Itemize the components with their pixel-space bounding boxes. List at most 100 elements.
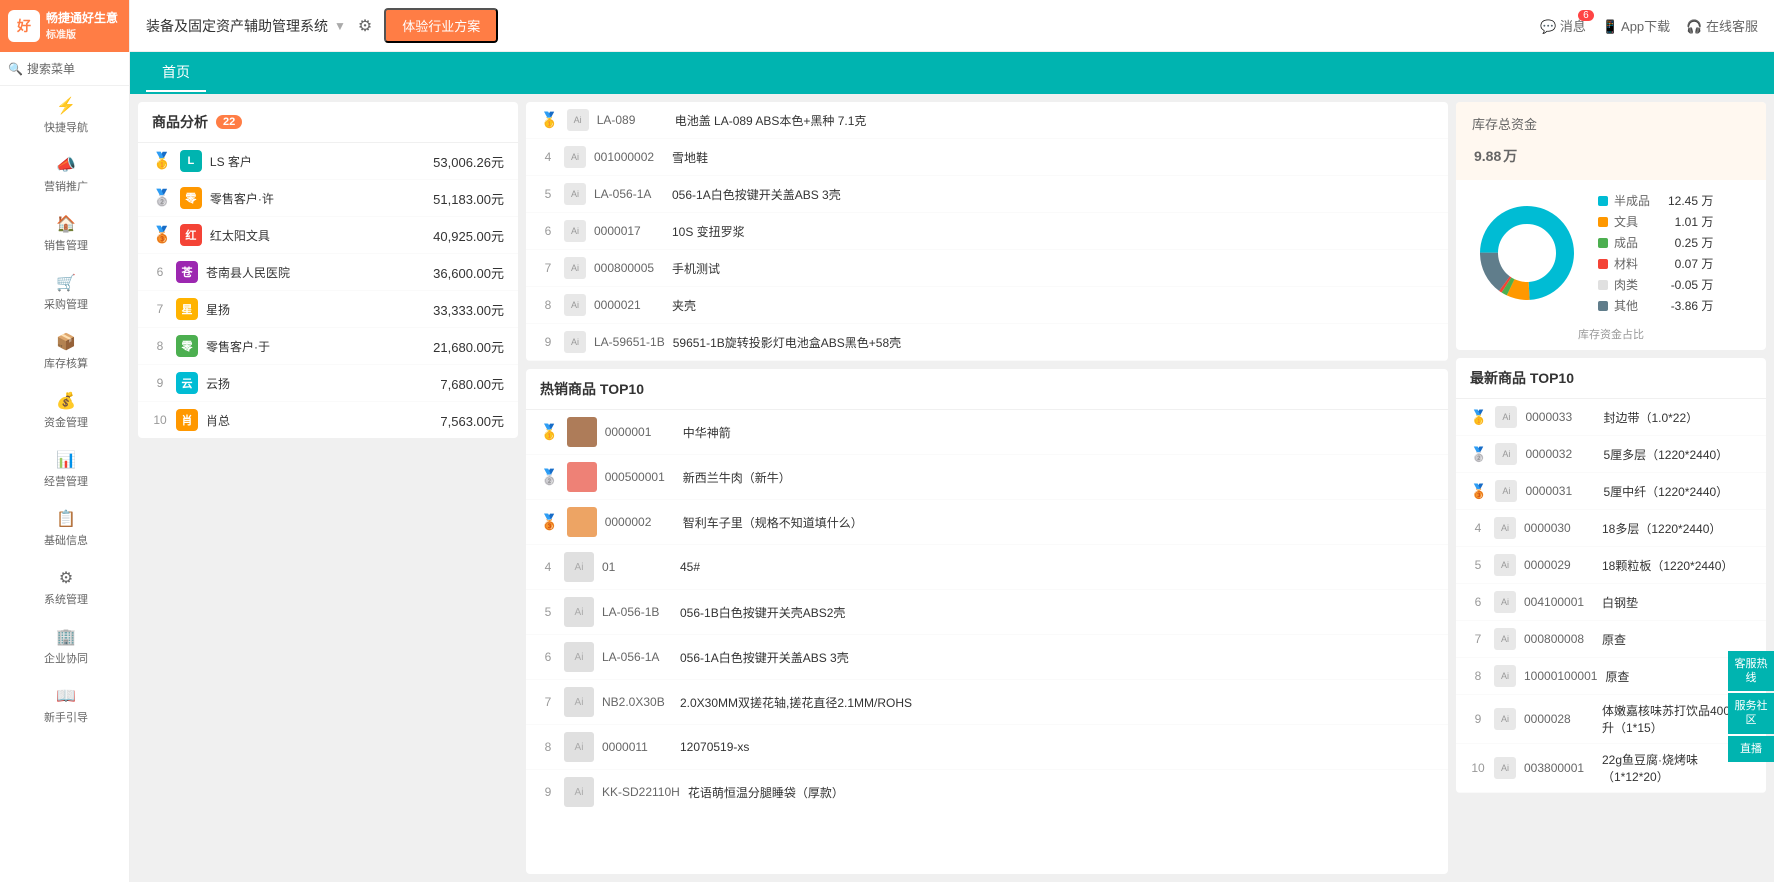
inventory-icon: 📦 [56, 332, 76, 352]
product-icon: Ai [1494, 708, 1516, 730]
search-menu[interactable]: 🔍 搜索菜单 [0, 52, 129, 86]
hot-product-item: 🥇 0000001 中华神箭 [526, 410, 1448, 455]
medal-icon: 🥉 [540, 513, 559, 531]
right-panel-col: 库存总资金 9.88万 [1456, 102, 1766, 874]
top-product-item: 8 Ai 0000021 夹壳 [526, 287, 1448, 324]
product-code: 000800008 [1524, 632, 1594, 646]
message-count: 6 [1578, 10, 1594, 21]
new-product-item: 6 Ai 004100001 白钢垫 [1456, 584, 1766, 621]
tab-home[interactable]: 首页 [146, 54, 206, 92]
customer-list-item: 10 肖 肖总 7,563.00元 [138, 402, 518, 438]
product-code: 000500001 [605, 470, 675, 484]
product-name: 5厘中纤（1220*2440） [1603, 483, 1752, 500]
finance-label: 资金管理 [44, 414, 88, 430]
cs-hotline-btn[interactable]: 客服热线 [1728, 651, 1774, 692]
product-thumbnail [567, 462, 597, 492]
legend-item: 材料 0.07 万 [1598, 255, 1713, 272]
sales-icon: 🏠 [56, 214, 76, 234]
enterprise-icon: 🏢 [56, 627, 76, 647]
trial-button[interactable]: 体验行业方案 [384, 8, 498, 43]
product-code: 0000011 [602, 740, 672, 754]
top-product-item: 5 Ai LA-056-1A 056-1A白色按键开关盖ABS 3壳 [526, 176, 1448, 213]
product-icon: Ai [564, 183, 586, 205]
product-code: 0000033 [1525, 410, 1595, 424]
message-badge[interactable]: 💬 消息 6 [1540, 16, 1586, 35]
legend-value: -3.86 万 [1663, 297, 1714, 314]
legend-item: 文具 1.01 万 [1598, 213, 1713, 230]
system-icon: ⚙ [59, 568, 73, 588]
hot-products-header: 热销商品 TOP10 [526, 369, 1448, 410]
sidebar-item-quick-nav[interactable]: ⚡ 快捷导航 [0, 86, 129, 145]
rank-number: 5 [1470, 558, 1486, 572]
purchase-icon: 🛒 [56, 273, 76, 293]
product-thumbnail [567, 417, 597, 447]
customer-list-item: 9 云 云扬 7,680.00元 [138, 365, 518, 402]
cs-live-btn[interactable]: 直播 [1728, 736, 1774, 762]
new-products-panel: 最新商品 TOP10 🥇 Ai 0000033 封边带（1.0*22） 🥈 Ai… [1456, 358, 1766, 793]
customer-list-item: 7 星 星扬 33,333.00元 [138, 291, 518, 328]
product-name: 雪地鞋 [672, 149, 1434, 166]
base-info-icon: 📋 [56, 509, 76, 529]
rank-number: 10 [152, 413, 168, 427]
top-product-item: 7 Ai 000800005 手机测试 [526, 250, 1448, 287]
new-product-item: 4 Ai 0000030 18多层（1220*2440） [1456, 510, 1766, 547]
search-icon: 🔍 [8, 62, 23, 76]
product-name: 夹壳 [672, 297, 1434, 314]
sidebar-item-sales[interactable]: 🏠 销售管理 [0, 204, 129, 263]
app-download[interactable]: 📱 App下载 [1602, 16, 1670, 35]
online-service[interactable]: 🎧 在线客服 [1686, 16, 1758, 35]
customer-avatar: 零 [176, 335, 198, 357]
customer-avatar: 云 [176, 372, 198, 394]
rank-number: 9 [152, 376, 168, 390]
product-code: 001000002 [594, 150, 664, 164]
product-code: 0000021 [594, 298, 664, 312]
content-area: 商品分析 22 🥇 L LS 客户 53,006.26元 🥈 零 零售客户·许 … [130, 94, 1774, 882]
legend-value: 12.45 万 [1660, 192, 1713, 209]
search-menu-label: 搜索菜单 [27, 60, 75, 77]
system-title: 装备及固定资产辅助管理系统 [146, 16, 328, 36]
sidebar-item-inventory[interactable]: 📦 库存核算 [0, 322, 129, 381]
rank-number: 6 [540, 224, 556, 238]
customer-list-item: 🥉 红 红太阳文具 40,925.00元 [138, 217, 518, 254]
product-code: KK-SD22110H [602, 785, 680, 799]
product-name: 056-1A白色按键开关盖ABS 3壳 [680, 649, 1434, 666]
medal-icon: 🥇 [540, 111, 559, 129]
settings-icon[interactable]: ⚙ [358, 16, 372, 36]
customer-amount: 36,600.00元 [433, 263, 504, 282]
system-title-area: 装备及固定资产辅助管理系统 ▼ [146, 16, 346, 36]
rank-number: 9 [540, 785, 556, 799]
sidebar-item-guide[interactable]: 📖 新手引导 [0, 676, 129, 735]
inventory-amount: 9.88万 [1472, 137, 1750, 168]
hot-product-item: 6 Ai LA-056-1A 056-1A白色按键开关盖ABS 3壳 [526, 635, 1448, 680]
new-product-item: 🥈 Ai 0000032 5厘多层（1220*2440） [1456, 436, 1766, 473]
product-name: 18多层（1220*2440） [1602, 520, 1752, 537]
sidebar-item-marketing[interactable]: 📣 营销推广 [0, 145, 129, 204]
sidebar-item-purchase[interactable]: 🛒 采购管理 [0, 263, 129, 322]
base-info-label: 基础信息 [44, 532, 88, 548]
hot-product-item: 🥈 000500001 新西兰牛肉（新牛） [526, 455, 1448, 500]
sidebar: 好 畅捷通好生意 标准版 🔍 搜索菜单 ⚡ 快捷导航 📣 营销推广 🏠 销售管理… [0, 0, 130, 882]
product-code: 0000002 [605, 515, 675, 529]
logo-icon: 好 [8, 10, 40, 42]
medal-icon: 🥇 [540, 423, 559, 441]
new-product-item: 🥉 Ai 0000031 5厘中纤（1220*2440） [1456, 473, 1766, 510]
cs-community-btn[interactable]: 服务社区 [1728, 693, 1774, 734]
sidebar-item-system[interactable]: ⚙ 系统管理 [0, 558, 129, 617]
customer-name: 零售客户·于 [206, 338, 425, 355]
rank-number: 7 [540, 261, 556, 275]
hot-product-item: 7 Ai NB2.0X30B 2.0X30MM双搓花轴,搓花直径2.1MM/RO… [526, 680, 1448, 725]
new-products-title: 最新商品 TOP10 [1470, 368, 1574, 388]
sidebar-item-enterprise[interactable]: 🏢 企业协同 [0, 617, 129, 676]
new-products-header: 最新商品 TOP10 [1456, 358, 1766, 399]
hot-products-panel: 热销商品 TOP10 🥇 0000001 中华神箭 🥈 000500001 新西… [526, 369, 1448, 874]
sidebar-item-operations[interactable]: 📊 经营管理 [0, 440, 129, 499]
product-code: 003800001 [1524, 761, 1594, 775]
customer-amount: 53,006.26元 [433, 152, 504, 171]
finance-icon: 💰 [56, 391, 76, 411]
product-name: 10S 变扭罗浆 [672, 223, 1434, 240]
sidebar-item-finance[interactable]: 💰 资金管理 [0, 381, 129, 440]
sidebar-item-base-info[interactable]: 📋 基础信息 [0, 499, 129, 558]
message-label: 消息 [1560, 19, 1586, 34]
hot-product-item: 4 Ai 01 45# [526, 545, 1448, 590]
product-icon: Ai [567, 109, 589, 131]
